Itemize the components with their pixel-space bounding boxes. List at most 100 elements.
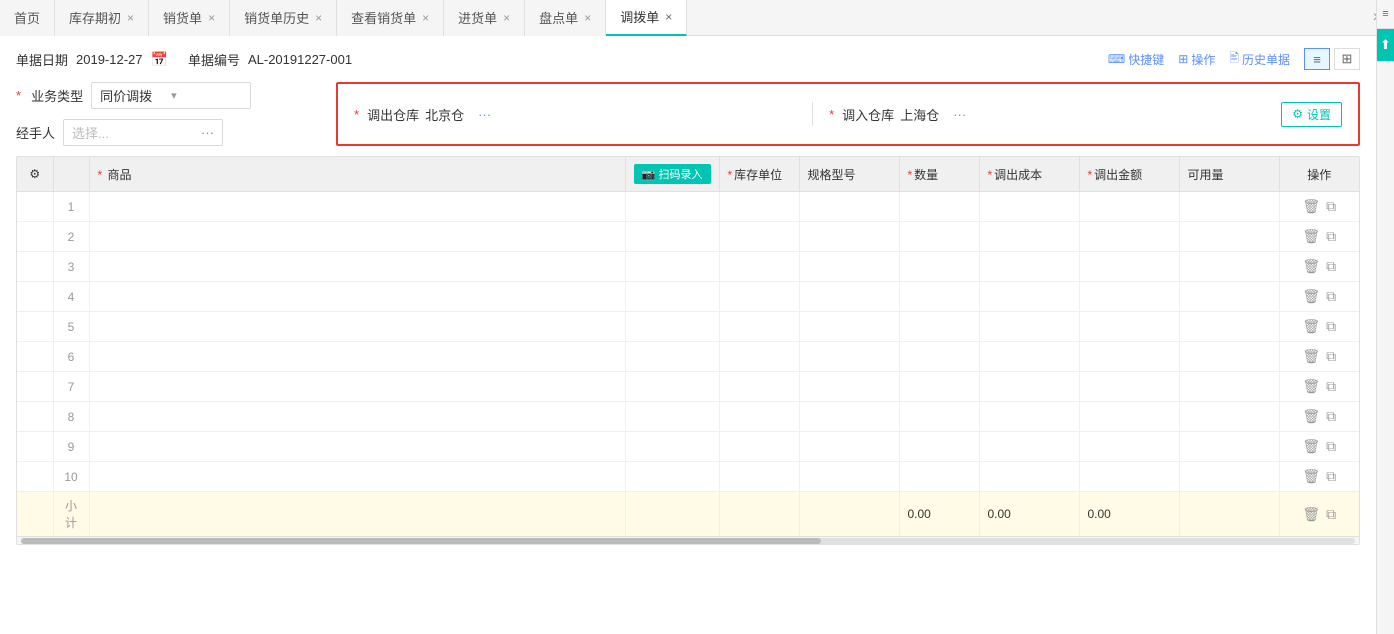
row-cost[interactable]: [979, 402, 1079, 432]
tab-sales-history[interactable]: 销货单历史 ×: [230, 0, 337, 36]
row-unit[interactable]: [719, 192, 799, 222]
row-qty[interactable]: [899, 222, 979, 252]
row-cost[interactable]: [979, 222, 1079, 252]
row-qty[interactable]: [899, 372, 979, 402]
row-amount[interactable]: [1079, 312, 1179, 342]
settings-button[interactable]: ⚙ 设置: [1281, 102, 1342, 127]
row-amount[interactable]: [1079, 432, 1179, 462]
shortcut-btn[interactable]: ⌨ 快捷键: [1108, 51, 1164, 68]
out-wh-value[interactable]: 北京仓: [425, 105, 464, 124]
scan-input-btn[interactable]: 📷 扫码录入: [634, 164, 711, 184]
in-wh-value[interactable]: 上海仓: [900, 105, 939, 124]
row-unit[interactable]: [719, 222, 799, 252]
delete-row-icon[interactable]: 🗑: [1302, 258, 1320, 275]
copy-row-icon[interactable]: ⧉: [1326, 468, 1336, 485]
copy-row-icon[interactable]: ⧉: [1326, 506, 1336, 523]
view-grid-btn[interactable]: ⊞: [1334, 48, 1360, 70]
row-amount[interactable]: [1079, 252, 1179, 282]
row-amount[interactable]: [1079, 372, 1179, 402]
close-tab-inventory-init[interactable]: ×: [127, 11, 134, 25]
row-unit[interactable]: [719, 402, 799, 432]
row-unit[interactable]: [719, 342, 799, 372]
row-unit[interactable]: [719, 312, 799, 342]
close-tab-stocktake[interactable]: ×: [584, 11, 591, 25]
row-product[interactable]: [89, 432, 625, 462]
row-qty[interactable]: [899, 402, 979, 432]
row-qty[interactable]: [899, 462, 979, 492]
copy-row-icon[interactable]: ⧉: [1326, 198, 1336, 215]
row-cost[interactable]: [979, 462, 1079, 492]
copy-row-icon[interactable]: ⧉: [1326, 228, 1336, 245]
delete-row-icon[interactable]: 🗑: [1302, 408, 1320, 425]
delete-row-icon[interactable]: 🗑: [1302, 228, 1320, 245]
tab-home[interactable]: 首页: [0, 0, 55, 36]
horizontal-scrollbar[interactable]: [17, 536, 1359, 544]
row-qty[interactable]: [899, 312, 979, 342]
biz-type-select[interactable]: 同价调拨 ▾: [91, 82, 251, 109]
copy-row-icon[interactable]: ⧉: [1326, 348, 1336, 365]
row-product[interactable]: [89, 282, 625, 312]
row-cost[interactable]: [979, 342, 1079, 372]
row-spec[interactable]: [799, 312, 899, 342]
calendar-icon[interactable]: 📅: [151, 51, 168, 68]
row-spec[interactable]: [799, 342, 899, 372]
row-cost[interactable]: [979, 282, 1079, 312]
row-amount[interactable]: [1079, 282, 1179, 312]
row-qty[interactable]: [899, 342, 979, 372]
delete-row-icon[interactable]: 🗑: [1302, 468, 1320, 485]
row-spec[interactable]: [799, 402, 899, 432]
tab-purchase[interactable]: 进货单 ×: [444, 0, 525, 36]
row-amount[interactable]: [1079, 192, 1179, 222]
close-tab-transfer[interactable]: ×: [665, 10, 672, 24]
row-spec[interactable]: [799, 192, 899, 222]
tab-view-sales[interactable]: 查看销货单 ×: [337, 0, 444, 36]
delete-row-icon[interactable]: 🗑: [1302, 348, 1320, 365]
row-spec[interactable]: [799, 282, 899, 312]
close-tab-sales-order[interactable]: ×: [208, 11, 215, 25]
close-tab-purchase[interactable]: ×: [503, 11, 510, 25]
row-product[interactable]: [89, 342, 625, 372]
row-cost[interactable]: [979, 192, 1079, 222]
tab-sales-order[interactable]: 销货单 ×: [149, 0, 230, 36]
row-cost[interactable]: [979, 312, 1079, 342]
tab-transfer[interactable]: 调拨单 ×: [606, 0, 687, 36]
date-value[interactable]: 2019-12-27: [76, 52, 143, 67]
th-settings[interactable]: ⚙: [17, 157, 53, 192]
row-qty[interactable]: [899, 252, 979, 282]
row-spec[interactable]: [799, 252, 899, 282]
person-select[interactable]: 选择... ···: [63, 119, 223, 146]
delete-row-icon[interactable]: 🗑: [1302, 378, 1320, 395]
history-btn[interactable]: 🖹 历史单据: [1229, 49, 1290, 70]
copy-row-icon[interactable]: ⧉: [1326, 258, 1336, 275]
delete-row-icon[interactable]: 🗑: [1302, 198, 1320, 215]
row-unit[interactable]: [719, 282, 799, 312]
operate-btn[interactable]: ⊞ 操作: [1178, 51, 1215, 68]
in-wh-more-icon[interactable]: ···: [953, 107, 966, 122]
row-product[interactable]: [89, 222, 625, 252]
row-amount[interactable]: [1079, 402, 1179, 432]
close-tab-sales-history[interactable]: ×: [315, 11, 322, 25]
delete-row-icon[interactable]: 🗑: [1302, 288, 1320, 305]
delete-row-icon[interactable]: 🗑: [1302, 318, 1320, 335]
row-cost[interactable]: [979, 372, 1079, 402]
row-qty[interactable]: [899, 192, 979, 222]
row-unit[interactable]: [719, 372, 799, 402]
out-wh-more-icon[interactable]: ···: [478, 107, 491, 122]
row-unit[interactable]: [719, 462, 799, 492]
delete-row-icon[interactable]: 🗑: [1302, 506, 1320, 523]
row-spec[interactable]: [799, 372, 899, 402]
row-unit[interactable]: [719, 432, 799, 462]
row-unit[interactable]: [719, 252, 799, 282]
row-product[interactable]: [89, 402, 625, 432]
copy-row-icon[interactable]: ⧉: [1326, 318, 1336, 335]
row-product[interactable]: [89, 252, 625, 282]
row-amount[interactable]: [1079, 342, 1179, 372]
copy-row-icon[interactable]: ⧉: [1326, 378, 1336, 395]
row-spec[interactable]: [799, 432, 899, 462]
row-product[interactable]: [89, 312, 625, 342]
row-qty[interactable]: [899, 282, 979, 312]
row-amount[interactable]: [1079, 462, 1179, 492]
row-qty[interactable]: [899, 432, 979, 462]
row-spec[interactable]: [799, 222, 899, 252]
tab-inventory-init[interactable]: 库存期初 ×: [55, 0, 149, 36]
